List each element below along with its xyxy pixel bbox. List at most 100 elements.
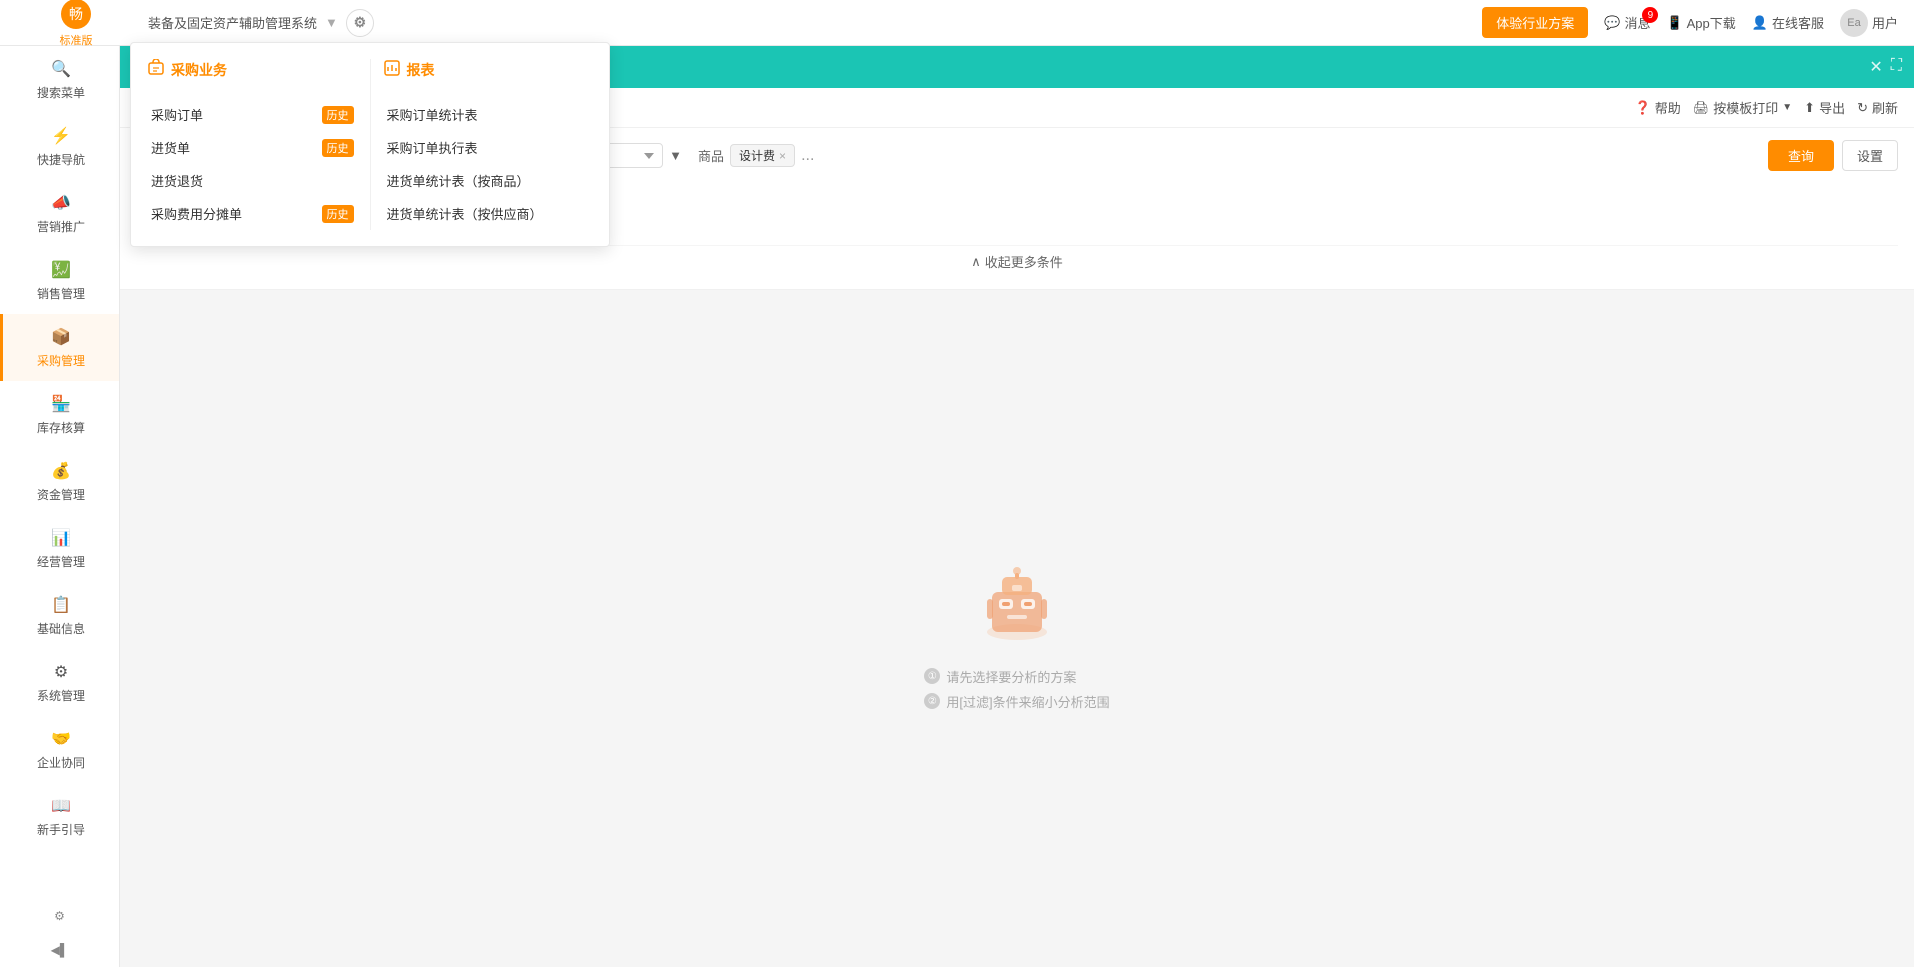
sidebar-item-basic-info[interactable]: 📋 基础信息 (0, 582, 119, 649)
sidebar-item-search[interactable]: 🔍 搜索菜单 (0, 46, 119, 113)
finance-icon: 💰 (50, 460, 72, 482)
sidebar-label-operations: 经营管理 (37, 553, 85, 570)
refresh-icon: ↻ (1857, 100, 1868, 116)
marketing-icon: 📣 (50, 192, 72, 214)
logo-area: 畅 标准版 (16, 0, 136, 48)
setting-btn[interactable]: 设置 (1842, 140, 1898, 171)
sidebar-collapse-btn[interactable]: ◀▌ (0, 933, 119, 967)
sidebar-label-inventory: 库存核算 (37, 419, 85, 436)
goods-tag: 设计费 × (730, 144, 795, 167)
sidebar-item-system[interactable]: ⚙ 系统管理 (0, 649, 119, 716)
filter-goods: 商品 设计费 × ... (698, 144, 814, 167)
empty-icon (967, 547, 1067, 647)
window-maximize-icon[interactable]: ⛶ (1891, 57, 1902, 77)
sidebar-item-inventory[interactable]: 🏪 库存核算 (0, 381, 119, 448)
guide-icon: 📖 (50, 795, 72, 817)
sidebar-label-finance: 资金管理 (37, 486, 85, 503)
system-name-text: 装备及固定资产辅助管理系统 (148, 13, 317, 32)
empty-hint-2: ② 用[过滤]条件来缩小分析范围 (924, 692, 1109, 711)
online-service-btn[interactable]: 👤 在线客服 (1752, 13, 1824, 32)
sidebar-settings-btn[interactable]: ⚙ (0, 899, 119, 933)
purchase-section-icon (147, 59, 165, 80)
sidebar-item-finance[interactable]: 💰 资金管理 (0, 448, 119, 515)
sidebar-item-marketing[interactable]: 📣 营销推广 (0, 180, 119, 247)
history-tag-1: 历史 (322, 139, 354, 157)
empty-illustration (967, 547, 1067, 647)
dropdown-purchase-col: 采购业务 采购订单 历史 进货单 历史 进货退货 采购费用分摊单 历史 (147, 59, 358, 230)
system-name-arrow[interactable]: ▼ (325, 15, 338, 30)
sidebar: 🔍 搜索菜单 ⚡ 快捷导航 📣 营销推广 💹 销售管理 📦 采购管理 🏪 库存核… (0, 46, 120, 967)
dropdown-item-report-0[interactable]: 采购订单统计表 (383, 98, 594, 131)
sidebar-label-purchase: 采购管理 (37, 352, 85, 369)
sidebar-label-guide: 新手引导 (37, 821, 85, 838)
sidebar-item-purchase[interactable]: 📦 采购管理 (0, 314, 119, 381)
dropdown-item-expense[interactable]: 采购费用分摊单 历史 (147, 197, 358, 230)
sales-icon: 💹 (50, 259, 72, 281)
tab-window-controls: ✕ ⛶ (1869, 57, 1902, 77)
goods-label: 商品 (698, 146, 724, 165)
collapse-filter-label: 收起更多条件 (985, 252, 1063, 271)
history-tag-0: 历史 (322, 106, 354, 124)
collapse-arrow-icon: ∧ (971, 254, 981, 270)
message-icon: 💬 (1604, 15, 1620, 31)
avatar: Ea (1840, 9, 1868, 37)
dropdown-item-report-2[interactable]: 进货单统计表（按商品） (383, 164, 594, 197)
svg-text:畅: 畅 (69, 6, 83, 22)
hint-circle-1: ① (924, 668, 940, 684)
goods-value: 设计费 (739, 147, 775, 164)
service-icon: 👤 (1752, 15, 1768, 31)
window-close-icon[interactable]: ✕ (1869, 57, 1882, 77)
sidebar-item-operations[interactable]: 📊 经营管理 (0, 515, 119, 582)
query-btn[interactable]: 查询 (1768, 140, 1834, 171)
sidebar-item-guide[interactable]: 📖 新手引导 (0, 783, 119, 850)
basic-info-icon: 📋 (50, 594, 72, 616)
refresh-btn[interactable]: ↻ 刷新 (1857, 98, 1898, 117)
system-icon: ⚙ (50, 661, 72, 683)
sidebar-item-sales[interactable]: 💹 销售管理 (0, 247, 119, 314)
help-icon: ❓ (1635, 100, 1651, 116)
system-name: 装备及固定资产辅助管理系统 ▼ ⚙ (136, 9, 1482, 37)
collapse-filter-btn[interactable]: ∧ 收起更多条件 (136, 245, 1898, 277)
sidebar-item-quick-nav[interactable]: ⚡ 快捷导航 (0, 113, 119, 180)
logo-icon: 畅 (60, 0, 92, 30)
dropdown-report-col: 报表 采购订单统计表 采购订单执行表 进货单统计表（按商品） 进货单统计表（按供… (383, 59, 594, 230)
collapse-icon: ◀▌ (51, 943, 69, 957)
search-menu-icon: 🔍 (50, 58, 72, 80)
export-icon: ⬆ (1804, 100, 1815, 116)
purchase-section-title-text: 采购业务 (171, 60, 227, 80)
empty-hint-2-text: 用[过滤]条件来缩小分析范围 (946, 692, 1109, 711)
dropdown-item-return[interactable]: 进货退货 (147, 164, 358, 197)
dropdown-menu: 采购业务 采购订单 历史 进货单 历史 进货退货 采购费用分摊单 历史 报表 采… (130, 42, 610, 247)
dropdown-purchase-title: 采购业务 (147, 59, 358, 86)
dropdown-report-title: 报表 (383, 59, 594, 86)
industry-btn[interactable]: 体验行业方案 (1482, 7, 1588, 38)
print-btn[interactable]: 🖨 按模板打印 ▼ (1693, 98, 1792, 117)
system-settings-icon[interactable]: ⚙ (346, 9, 374, 37)
top-header: 畅 标准版 装备及固定资产辅助管理系统 ▼ ⚙ 体验行业方案 💬 消息 9 📱 … (0, 0, 1914, 46)
history-tag-3: 历史 (322, 205, 354, 223)
dropdown-item-receive[interactable]: 进货单 历史 (147, 131, 358, 164)
dropdown-item-report-1[interactable]: 采购订单执行表 (383, 131, 594, 164)
report-section-icon (383, 59, 401, 80)
dropdown-item-report-3[interactable]: 进货单统计表（按供应商） (383, 197, 594, 230)
export-btn[interactable]: ⬆ 导出 (1804, 98, 1845, 117)
sidebar-bottom: ⚙ ◀▌ (0, 899, 119, 967)
message-btn[interactable]: 💬 消息 9 (1604, 13, 1650, 32)
sidebar-label-basic-info: 基础信息 (37, 620, 85, 637)
app-download-btn[interactable]: 📱 App下载 (1666, 13, 1735, 32)
purchase-icon: 📦 (50, 326, 72, 348)
sidebar-item-enterprise[interactable]: 🤝 企业协同 (0, 716, 119, 783)
message-badge: 9 (1642, 7, 1658, 23)
goods-tag-close[interactable]: × (779, 149, 786, 163)
print-arrow-icon: ▼ (1782, 102, 1792, 113)
help-btn[interactable]: ❓ 帮助 (1635, 98, 1681, 117)
hint-circle-2: ② (924, 693, 940, 709)
enterprise-icon: 🤝 (50, 728, 72, 750)
goods-dots-btn[interactable]: ... (801, 147, 814, 165)
dropdown-item-purchase-order[interactable]: 采购订单 历史 (147, 98, 358, 131)
operations-icon: 📊 (50, 527, 72, 549)
report-section-title-text: 报表 (407, 60, 435, 80)
user-btn[interactable]: Ea 用户 (1840, 9, 1898, 37)
sidebar-label-enterprise: 企业协同 (37, 754, 85, 771)
logo-text: 标准版 (60, 32, 93, 48)
